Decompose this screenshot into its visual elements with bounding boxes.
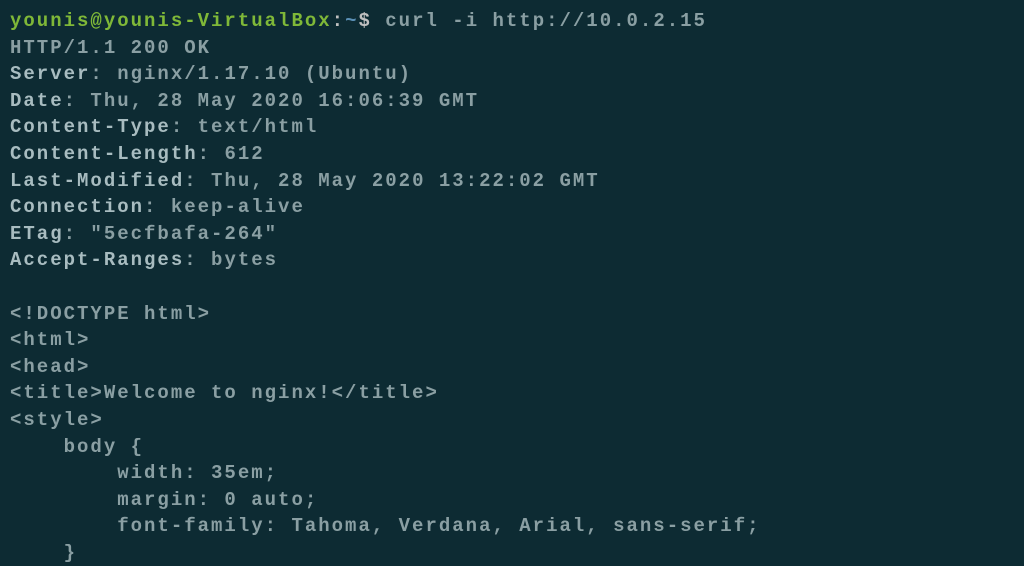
http-header-line: ETag: "5ecfbafa-264"	[10, 221, 1014, 248]
header-key: Server	[10, 63, 90, 85]
header-key: Date	[10, 90, 64, 112]
header-key: Last-Modified	[10, 170, 184, 192]
header-value: : 612	[198, 143, 265, 165]
header-value: : Thu, 28 May 2020 16:06:39 GMT	[64, 90, 479, 112]
body-line: <!DOCTYPE html>	[10, 301, 1014, 328]
header-key: Connection	[10, 196, 144, 218]
body-line: <head>	[10, 354, 1014, 381]
http-header-line: Connection: keep-alive	[10, 194, 1014, 221]
header-value: : Thu, 28 May 2020 13:22:02 GMT	[184, 170, 599, 192]
header-key: ETag	[10, 223, 64, 245]
http-header-line: Content-Type: text/html	[10, 114, 1014, 141]
body-line: }	[10, 540, 1014, 566]
body-line: margin: 0 auto;	[10, 487, 1014, 514]
header-value: : keep-alive	[144, 196, 305, 218]
http-header-line: Content-Length: 612	[10, 141, 1014, 168]
http-header-line: Date: Thu, 28 May 2020 16:06:39 GMT	[10, 88, 1014, 115]
body-line: width: 35em;	[10, 460, 1014, 487]
prompt-path: ~	[345, 10, 358, 32]
header-value: : text/html	[171, 116, 318, 138]
header-key: Content-Length	[10, 143, 198, 165]
header-value: : nginx/1.17.10 (Ubuntu)	[90, 63, 412, 85]
header-value: : "5ecfbafa-264"	[64, 223, 278, 245]
header-key: Accept-Ranges	[10, 249, 184, 271]
http-header-line: Server: nginx/1.17.10 (Ubuntu)	[10, 61, 1014, 88]
body-line: font-family: Tahoma, Verdana, Arial, san…	[10, 513, 1014, 540]
http-header-line: Last-Modified: Thu, 28 May 2020 13:22:02…	[10, 168, 1014, 195]
terminal-prompt-line[interactable]: younis@younis-VirtualBox:~$ curl -i http…	[10, 8, 1014, 35]
http-headers: Server: nginx/1.17.10 (Ubuntu)Date: Thu,…	[10, 61, 1014, 274]
header-value: : bytes	[184, 249, 278, 271]
header-key: Content-Type	[10, 116, 171, 138]
command-text: curl -i http://10.0.2.15	[372, 10, 707, 32]
http-body: <!DOCTYPE html><html><head><title>Welcom…	[10, 274, 1014, 566]
prompt-separator: :	[332, 10, 345, 32]
body-line: <style>	[10, 407, 1014, 434]
body-line: body {	[10, 434, 1014, 461]
body-line: <html>	[10, 327, 1014, 354]
http-header-line: Accept-Ranges: bytes	[10, 247, 1014, 274]
prompt-symbol: $	[358, 10, 371, 32]
body-line	[10, 274, 1014, 301]
http-status-line: HTTP/1.1 200 OK	[10, 35, 1014, 62]
prompt-user-host: younis@younis-VirtualBox	[10, 10, 332, 32]
body-line: <title>Welcome to nginx!</title>	[10, 380, 1014, 407]
